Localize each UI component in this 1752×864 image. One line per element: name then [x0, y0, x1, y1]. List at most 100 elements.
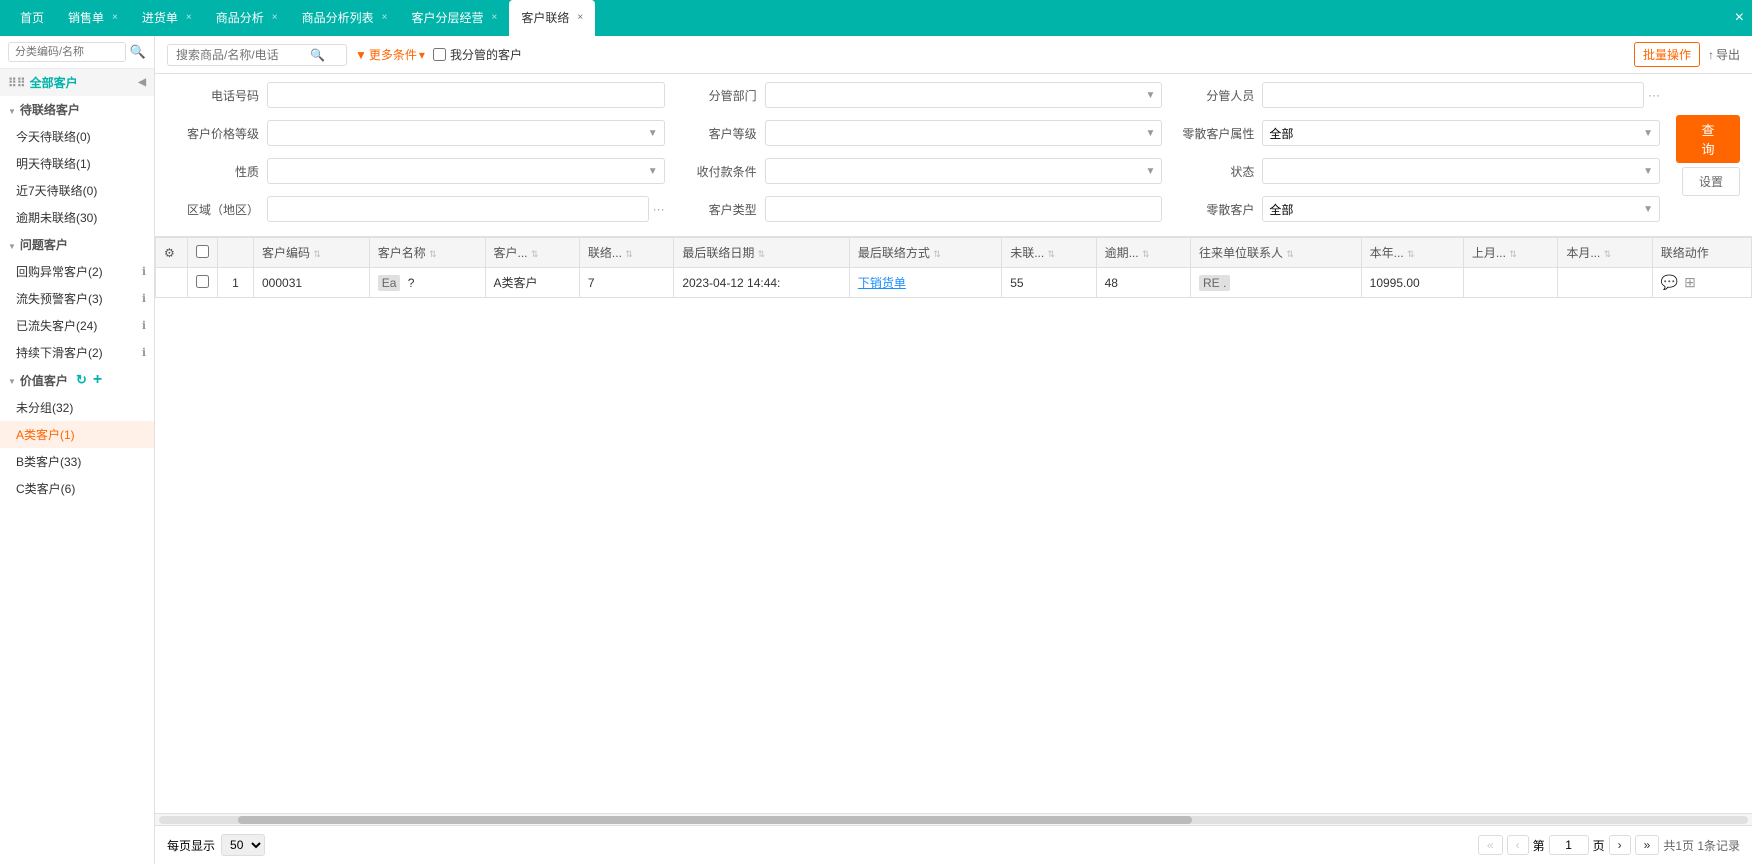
th-contact[interactable]: 联络... ⇅ [579, 238, 673, 268]
nav-tab-0[interactable]: 销售单 × [56, 0, 130, 36]
filter-search-input[interactable] [176, 48, 306, 62]
horizontal-scrollbar[interactable] [155, 813, 1752, 825]
qr-icon[interactable]: ⊞ [1684, 274, 1696, 291]
nav-home[interactable]: 首页 [8, 0, 56, 36]
th-name[interactable]: 客户名称 ⇅ [369, 238, 485, 268]
close-tab-1[interactable]: × [186, 0, 192, 36]
close-tab-2[interactable]: × [272, 0, 278, 36]
more-filters-button[interactable]: ▼ 更多条件 ▾ [355, 46, 425, 63]
td-num: 1 [218, 268, 254, 298]
th-this-year[interactable]: 本年... ⇅ [1361, 238, 1463, 268]
sidebar-search-input[interactable] [8, 42, 126, 62]
dept-select[interactable]: ▼ [765, 82, 1163, 108]
filter-bar-right: 批量操作 ↑ 导出 [1634, 42, 1740, 67]
prev-page-button[interactable]: ‹ [1507, 835, 1529, 855]
sidebar-item-b-class[interactable]: B类客户(33) [0, 448, 154, 475]
collapse-icon[interactable]: ◀ [138, 77, 146, 88]
retail-select[interactable]: 全部 ▼ [1262, 196, 1660, 222]
th-this-month[interactable]: 本月... ⇅ [1558, 238, 1652, 268]
sidebar-item-today[interactable]: 今天待联络(0) [0, 123, 154, 150]
th-code[interactable]: 客户编码 ⇅ [254, 238, 370, 268]
add-icon[interactable]: + [93, 371, 102, 389]
sidebar-item-7days[interactable]: 近7天待联络(0) [0, 177, 154, 204]
select-all-checkbox[interactable] [196, 245, 209, 258]
th-overdue[interactable]: 逾期... ⇅ [1096, 238, 1190, 268]
sidebar-item-abnormal[interactable]: 回购异常客户(2) ℹ [0, 258, 154, 285]
first-page-button[interactable]: « [1478, 835, 1503, 855]
close-tab-4[interactable]: × [491, 0, 497, 36]
th-last-month[interactable]: 上月... ⇅ [1463, 238, 1557, 268]
th-last-date[interactable]: 最后联络日期 ⇅ [674, 238, 850, 268]
section-problem-customers[interactable]: 问题客户 [0, 231, 154, 258]
sidebar-item-warning[interactable]: 流失预警客户(3) ℹ [0, 285, 154, 312]
sidebar-item-overdue[interactable]: 逾期未联络(30) [0, 204, 154, 231]
th-no-contact[interactable]: 未联... ⇅ [1002, 238, 1096, 268]
price-level-select[interactable]: ▼ [267, 120, 665, 146]
my-customers-checkbox[interactable] [433, 48, 446, 61]
sidebar-item-c-class[interactable]: C类客户(6) [0, 475, 154, 502]
nav-tab-4[interactable]: 客户分层经营 × [399, 0, 509, 36]
region-input[interactable] [267, 196, 649, 222]
row-checkbox[interactable] [196, 275, 209, 288]
td-name: Ea ? [369, 268, 485, 298]
th-level[interactable]: 客户... ⇅ [485, 238, 579, 268]
nav-tab-1[interactable]: 进货单 × [130, 0, 204, 36]
region-dots-icon[interactable]: ··· [653, 202, 665, 216]
payment-select[interactable]: ▼ [765, 158, 1163, 184]
sidebar-item-declining[interactable]: 持续下滑客户(2) ℹ [0, 339, 154, 366]
sidebar-item-lost[interactable]: 已流失客户(24) ℹ [0, 312, 154, 339]
th-gear[interactable] [156, 238, 188, 268]
export-button[interactable]: ↑ 导出 [1708, 46, 1740, 63]
person-dots-icon[interactable]: ··· [1648, 88, 1660, 102]
page-number-input[interactable] [1549, 835, 1589, 855]
customer-level-select[interactable]: ▼ [765, 120, 1163, 146]
th-company-contact[interactable]: 往来单位联系人 ⇅ [1191, 238, 1362, 268]
td-gear [156, 268, 188, 298]
sidebar-item-a-class[interactable]: A类客户(1) [0, 421, 154, 448]
section-pending-contact[interactable]: 待联络客户 [0, 96, 154, 123]
close-all-button[interactable]: × [1735, 9, 1744, 27]
nav-tab-3[interactable]: 商品分析列表 × [290, 0, 400, 36]
status-select[interactable]: ▼ [1262, 158, 1660, 184]
gear-settings-icon[interactable] [164, 246, 175, 260]
chat-icon[interactable]: 💬 [1661, 274, 1678, 291]
retail-attr-select[interactable]: 全部 ▼ [1262, 120, 1660, 146]
filter-search-icon[interactable]: 🔍 [310, 48, 325, 62]
close-tab-3[interactable]: × [382, 0, 388, 36]
nav-tab-5[interactable]: 客户联络 × [509, 0, 595, 36]
sidebar-item-ungroup[interactable]: 未分组(32) [0, 394, 154, 421]
last-method-link[interactable]: 下销货单 [858, 276, 906, 290]
query-buttons-area: 查询 设置 [1660, 115, 1740, 196]
sidebar-item-tomorrow[interactable]: 明天待联络(1) [0, 150, 154, 177]
person-input[interactable] [1262, 82, 1644, 108]
cust-type-input[interactable] [765, 196, 1163, 222]
nature-select[interactable]: ▼ [267, 158, 665, 184]
next-page-button[interactable]: › [1609, 835, 1631, 855]
refresh-icon[interactable]: ↻ [76, 372, 87, 388]
triangle-icon [8, 238, 16, 252]
th-action: 联络动作 [1652, 238, 1751, 268]
td-last-method[interactable]: 下销货单 [849, 268, 1001, 298]
retail-attr-label: 零散客户属性 [1162, 125, 1262, 142]
set-button[interactable]: 设置 [1682, 167, 1740, 196]
all-customers-header[interactable]: ⠿⠿ 全部客户 ◀ [0, 69, 154, 96]
batch-op-button[interactable]: 批量操作 [1634, 42, 1700, 67]
nav-tab-2[interactable]: 商品分析 × [204, 0, 290, 36]
region-label: 区域（地区） [167, 201, 267, 218]
page-size-select[interactable]: 50 [221, 834, 265, 856]
last-page-button[interactable]: » [1635, 835, 1660, 855]
th-last-method[interactable]: 最后联络方式 ⇅ [849, 238, 1001, 268]
triangle-icon [8, 373, 16, 387]
phone-input[interactable] [267, 82, 665, 108]
my-customers-label: 我分管的客户 [450, 46, 522, 63]
query-button[interactable]: 查询 [1676, 115, 1740, 163]
sidebar-search-icon[interactable]: 🔍 [130, 44, 146, 60]
scroll-thumb[interactable] [238, 816, 1191, 824]
close-tab-5[interactable]: × [577, 0, 583, 36]
td-last-date: 2023-04-12 14:44: [674, 268, 850, 298]
section-value-customers[interactable]: 价值客户 ↻ + [0, 366, 154, 394]
filter-row-4: 区域（地区） ··· 客户类型 零散客户 全部 ▼ [167, 196, 1660, 222]
filter-icon: ▼ [355, 48, 367, 62]
top-nav: 首页 销售单 × 进货单 × 商品分析 × 商品分析列表 × 客户分层经营 × … [0, 0, 1752, 36]
close-tab-0[interactable]: × [112, 0, 118, 36]
